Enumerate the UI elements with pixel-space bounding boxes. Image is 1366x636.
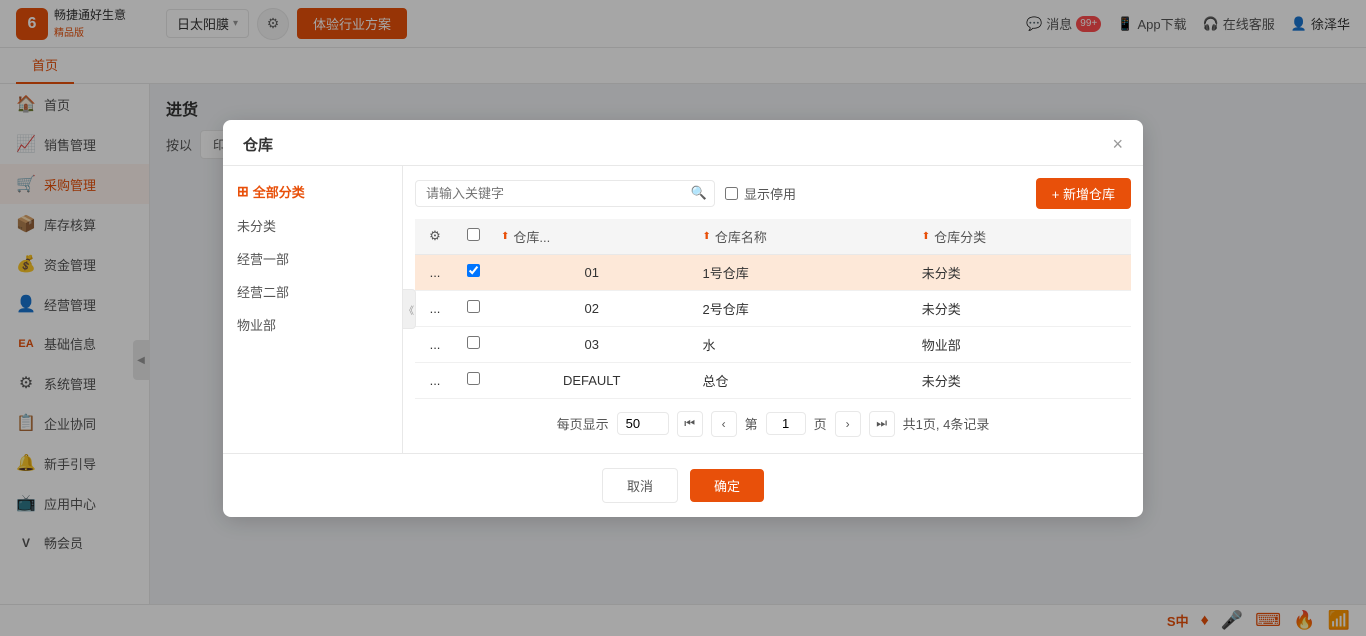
dialog-title: 仓库 [243,134,273,155]
next-page-button[interactable]: › [835,411,861,437]
add-warehouse-button[interactable]: + 新增仓库 [1036,178,1131,209]
dialog-header: 仓库 × [223,120,1143,166]
row-name-1: 2号仓库 [692,290,911,326]
search-bar: 🔍 显示停用 + 新增仓库 [415,178,1131,209]
category-item-property[interactable]: 物业部 [223,308,402,341]
table-container: ⚙ ⬆ 仓库... [415,219,1131,399]
table-body: ... 01 1号仓库 未分类 ... 02 2号仓库 未分类 ... 03 水… [415,254,1131,398]
show-disabled-wrap: 显示停用 [725,184,796,203]
row-actions-0[interactable]: ... [415,254,455,290]
sort-icon-name: ⬆ [702,231,710,242]
grid-icon: ⊞ [237,183,249,200]
row-code-2: 03 [491,326,692,362]
row-checkbox-2[interactable] [467,336,480,349]
th-category: ⬆ 仓库分类 [912,219,1131,255]
table-row[interactable]: ... 01 1号仓库 未分类 [415,254,1131,290]
row-actions-1[interactable]: ... [415,290,455,326]
th-code: ⬆ 仓库... [491,219,692,255]
page-label: 第 [745,414,758,433]
row-check-1[interactable] [455,290,491,326]
th-name-label: 仓库名称 [715,227,767,246]
row-category-2: 物业部 [912,326,1131,362]
warehouse-dialog: 仓库 × ⊞ 全部分类 未分类 经营一部 经营二部 物业部 《 [223,120,1143,517]
pagination-row: 每页显示 102050100 ⏮ ‹ 第 页 › ⏭ 共1页, 4条记录 [415,399,1131,441]
row-name-0: 1号仓库 [692,254,911,290]
category-item-unclassified[interactable]: 未分类 [223,209,402,242]
dialog-close-button[interactable]: × [1112,134,1123,155]
dialog-footer: 取消 确定 [223,453,1143,517]
search-icon[interactable]: 🔍 [691,185,707,201]
row-category-0: 未分类 [912,254,1131,290]
page-size-label: 每页显示 [557,414,609,433]
table-row[interactable]: ... 03 水 物业部 [415,326,1131,362]
warehouse-table: ⚙ ⬆ 仓库... [415,219,1131,399]
show-disabled-checkbox[interactable] [725,187,738,200]
row-code-0: 01 [491,254,692,290]
select-all-checkbox[interactable] [467,228,480,241]
row-category-3: 未分类 [912,362,1131,398]
row-actions-2[interactable]: ... [415,326,455,362]
row-actions-3[interactable]: ... [415,362,455,398]
category-collapse-button[interactable]: 《 [402,289,416,329]
last-page-button[interactable]: ⏭ [869,411,895,437]
page-total-info: 共1页, 4条记录 [903,414,990,433]
prev-page-button[interactable]: ‹ [711,411,737,437]
table-head: ⚙ ⬆ 仓库... [415,219,1131,255]
th-checkbox [455,219,491,255]
th-settings: ⚙ [415,219,455,255]
dialog-body: ⊞ 全部分类 未分类 经营一部 经营二部 物业部 《 🔍 [223,166,1143,453]
category-panel: ⊞ 全部分类 未分类 经营一部 经营二部 物业部 《 [223,166,403,453]
th-category-label: 仓库分类 [934,227,986,246]
sort-icon-code: ⬆ [501,231,509,242]
th-code-label: 仓库... [513,227,550,246]
category-header: ⊞ 全部分类 [223,176,402,209]
row-name-2: 水 [692,326,911,362]
page-size-select[interactable]: 102050100 [617,412,669,435]
confirm-button[interactable]: 确定 [690,469,764,502]
category-item-dept2[interactable]: 经营二部 [223,275,402,308]
row-check-2[interactable] [455,326,491,362]
page-suffix-label: 页 [814,414,827,433]
row-code-3: DEFAULT [491,362,692,398]
sort-icon-cat: ⬆ [922,231,930,242]
row-name-3: 总仓 [692,362,911,398]
table-row[interactable]: ... 02 2号仓库 未分类 [415,290,1131,326]
category-all-label: 全部分类 [253,182,305,201]
row-checkbox-3[interactable] [467,372,480,385]
row-category-1: 未分类 [912,290,1131,326]
table-panel: 🔍 显示停用 + 新增仓库 ⚙ [403,166,1143,453]
dialog-overlay: 仓库 × ⊞ 全部分类 未分类 经营一部 经营二部 物业部 《 [0,0,1366,636]
th-name: ⬆ 仓库名称 [692,219,911,255]
row-checkbox-0[interactable] [467,264,480,277]
row-code-1: 02 [491,290,692,326]
row-checkbox-1[interactable] [467,300,480,313]
cancel-button[interactable]: 取消 [602,468,678,503]
settings-col-icon: ⚙ [429,228,441,243]
row-check-0[interactable] [455,254,491,290]
row-check-3[interactable] [455,362,491,398]
current-page-input[interactable] [766,412,806,435]
search-input[interactable] [415,180,715,207]
search-input-wrap: 🔍 [415,180,715,207]
first-page-button[interactable]: ⏮ [677,411,703,437]
show-disabled-label: 显示停用 [744,184,796,203]
category-item-dept1[interactable]: 经营一部 [223,242,402,275]
table-row[interactable]: ... DEFAULT 总仓 未分类 [415,362,1131,398]
